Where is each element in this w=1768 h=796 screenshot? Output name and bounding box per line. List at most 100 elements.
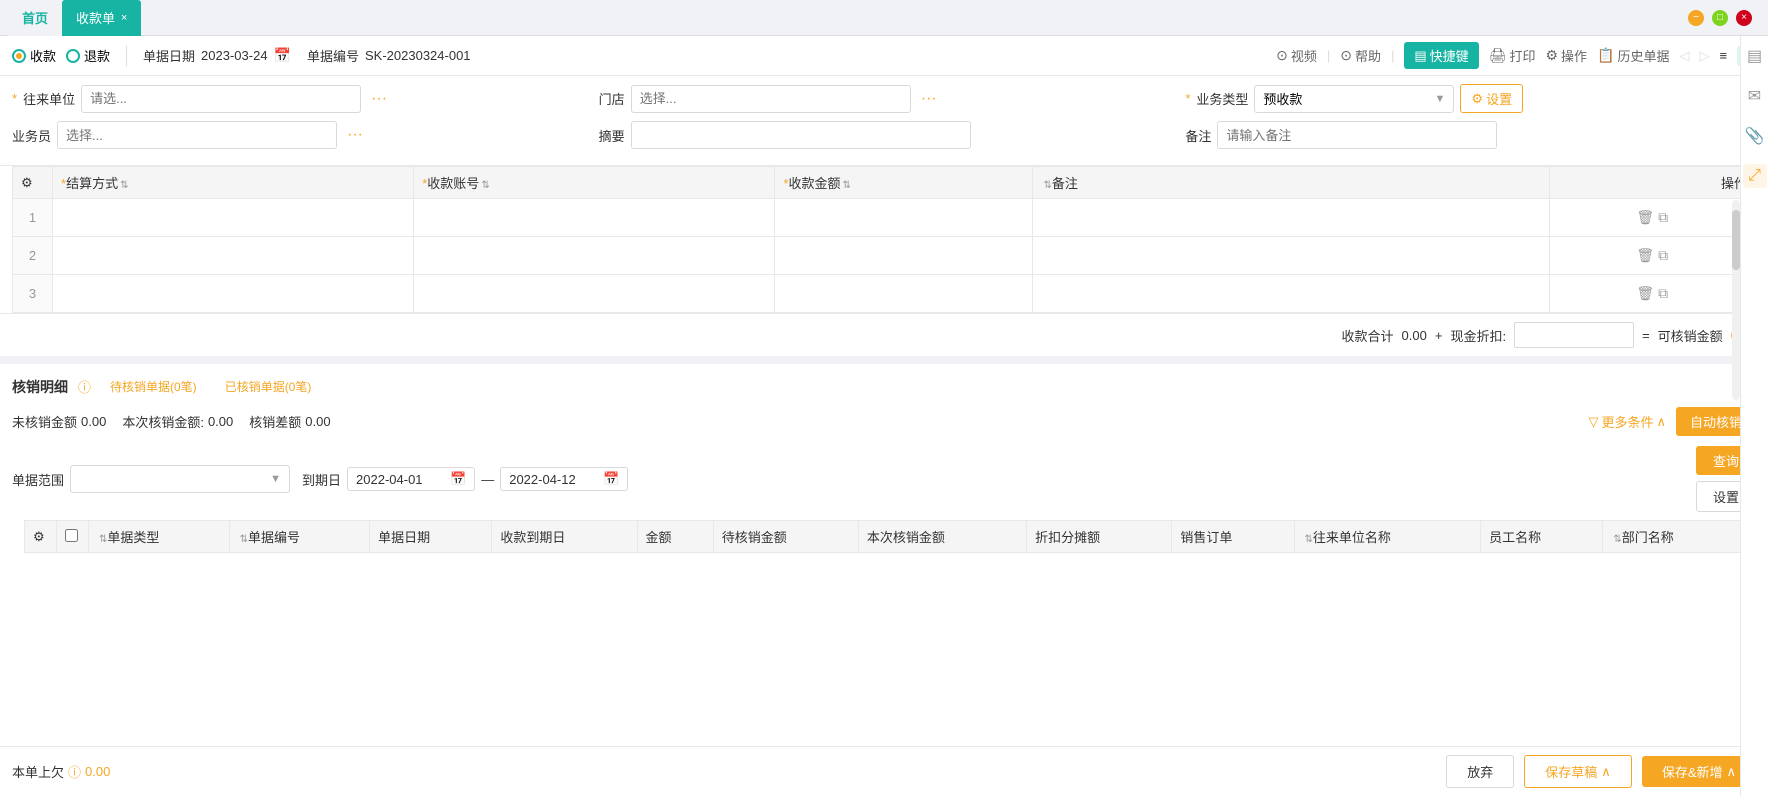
pending-tab-link[interactable]: 待核销单据(0笔) [101, 374, 206, 399]
writeoff-table: ⚙ ⇅单据类型 ⇅单据编号 单据日期 收款到期日 金额 待核销金额 本次核销金额… [24, 520, 1744, 553]
list-view-icon[interactable]: ≡ [1720, 48, 1728, 63]
select-all-checkbox[interactable] [65, 529, 78, 542]
row-2-remark[interactable] [1033, 237, 1549, 275]
receipt-radio[interactable]: 收款 [12, 46, 56, 65]
summary-row: 收款合计 0.00 + 现金折扣: = 可核销金额 0.00 [0, 313, 1768, 356]
due-date-from-wrap[interactable]: 📅 [347, 467, 475, 491]
row-3-remark[interactable] [1033, 275, 1549, 313]
unchecked-label: 未核销金额 [12, 412, 77, 431]
section-divider [0, 356, 1768, 364]
calendar-icon[interactable]: 📅 [274, 47, 291, 64]
remark-input[interactable] [1217, 121, 1497, 149]
diff-label: 核销差额 [249, 412, 301, 431]
due-date-to-calendar-icon[interactable]: 📅 [603, 471, 619, 487]
counterpart-label: 往来单位 [23, 89, 75, 108]
row-1-copy-btn[interactable]: ⧉ [1658, 209, 1668, 226]
abandon-button[interactable]: 放弃 [1446, 755, 1514, 788]
store-more-btn[interactable]: ··· [917, 90, 941, 108]
due-date-from-calendar-icon[interactable]: 📅 [450, 471, 466, 487]
shortcut-button[interactable]: ▤ 快捷键 [1404, 42, 1478, 69]
refund-radio[interactable]: 退款 [66, 46, 110, 65]
maximize-button[interactable]: □ [1712, 10, 1728, 26]
history-icon: 📋 [1597, 47, 1614, 64]
row-2-settlement[interactable] [53, 237, 414, 275]
salesperson-input[interactable] [57, 121, 337, 149]
counterpart-input[interactable] [81, 85, 361, 113]
counterpart-field: * 往来单位 ··· [12, 85, 583, 113]
row-1-amount[interactable] [775, 199, 1033, 237]
row-1-remark[interactable] [1033, 199, 1549, 237]
writeoff-table-head: ⚙ ⇅单据类型 ⇅单据编号 单据日期 收款到期日 金额 待核销金额 本次核销金额… [25, 521, 1744, 553]
save-new-button[interactable]: 保存&新增 ∧ [1642, 756, 1756, 787]
row-1-account[interactable] [414, 199, 775, 237]
help-icon: ⊙ [1340, 47, 1352, 64]
video-icon: ⊙ [1276, 47, 1288, 64]
close-icon[interactable]: × [121, 12, 127, 24]
row-2-account[interactable] [414, 237, 775, 275]
scroll-thumb[interactable] [1732, 210, 1740, 270]
footer-info-icon[interactable]: ⓘ [68, 762, 81, 781]
right-panel-expand-icon[interactable]: ⤢ [1743, 164, 1767, 188]
more-conditions-link[interactable]: ▽ 更多条件 ∧ [1588, 412, 1666, 431]
col-settlement-method: *结算方式⇅ [53, 167, 414, 199]
store-input[interactable] [631, 85, 911, 113]
info-icon[interactable]: ⓘ [78, 377, 91, 396]
biz-type-select[interactable]: 预收款 ▼ [1254, 85, 1454, 113]
writeoff-gear-th[interactable]: ⚙ [25, 521, 57, 553]
row-3-account[interactable] [414, 275, 775, 313]
refund-radio-label: 退款 [84, 46, 110, 65]
window-controls: − □ × [1688, 10, 1760, 26]
row-1-delete-btn[interactable]: 🗑 [1636, 209, 1654, 226]
done-tab-link[interactable]: 已核销单据(0笔) [216, 374, 321, 399]
counterpart-more-btn[interactable]: ··· [367, 90, 391, 108]
print-link[interactable]: 🖨 打印 [1489, 46, 1536, 65]
tab-receipt[interactable]: 收款单 × [62, 0, 141, 36]
due-date-from-input[interactable] [356, 472, 446, 487]
right-panel: ▤ ✉ 📎 ⤢ [1740, 36, 1768, 796]
toolbar-actions: ⊙ 视频 | ⊙ 帮助 | ▤ 快捷键 🖨 打印 ⚙ 操作 📋 [1276, 42, 1756, 69]
right-panel-clip-icon[interactable]: 📎 [1743, 124, 1767, 148]
biz-type-field: * 业务类型 预收款 ▼ ⚙ 设置 [1185, 84, 1756, 113]
tab-home[interactable]: 首页 [8, 0, 62, 36]
bill-date-value: 2023-03-24 [201, 48, 268, 63]
table-settings-th[interactable]: ⚙ [13, 167, 53, 199]
current-value: 0.00 [208, 414, 233, 429]
minimize-button[interactable]: − [1688, 10, 1704, 26]
chevron-down-icon: ▼ [1435, 93, 1446, 105]
operate-link[interactable]: ⚙ 操作 [1545, 46, 1587, 65]
col-receipt-amount: *收款金额⇅ [775, 167, 1033, 199]
form-settings-button[interactable]: ⚙ 设置 [1460, 84, 1523, 113]
due-date-to-wrap[interactable]: 📅 [500, 467, 628, 491]
history-link[interactable]: 📋 历史单据 [1597, 46, 1669, 65]
video-link[interactable]: ⊙ 视频 [1276, 46, 1317, 65]
scroll-track[interactable] [1732, 200, 1740, 400]
row-3-delete-btn[interactable]: 🗑 [1636, 285, 1654, 302]
row-num-2: 2 [13, 237, 53, 275]
right-panel-mail-icon[interactable]: ✉ [1743, 84, 1767, 108]
salesperson-field: 业务员 ··· [12, 121, 583, 149]
due-date-to-input[interactable] [509, 472, 599, 487]
salesperson-more-btn[interactable]: ··· [343, 126, 367, 144]
row-2-amount[interactable] [775, 237, 1033, 275]
save-new-chevron-icon: ∧ [1726, 764, 1736, 780]
bill-date-label: 单据日期 [143, 46, 195, 65]
bill-no-value: SK-20230324-001 [365, 48, 471, 63]
form-area: * 往来单位 ··· 门店 ··· * 业务类型 预收款 ▼ ⚙ [0, 76, 1768, 166]
writeoff-title: 核销明细 [12, 377, 68, 397]
row-1-settlement[interactable] [53, 199, 414, 237]
row-3-settlement[interactable] [53, 275, 414, 313]
row-2-delete-btn[interactable]: 🗑 [1636, 247, 1654, 264]
right-panel-table-icon[interactable]: ▤ [1743, 44, 1767, 68]
row-3-copy-btn[interactable]: ⧉ [1658, 285, 1668, 302]
window-close-button[interactable]: × [1736, 10, 1752, 26]
row-3-amount[interactable] [775, 275, 1033, 313]
writeoff-checkbox-th[interactable] [57, 521, 89, 553]
range-select[interactable]: ▼ [70, 465, 290, 493]
row-2-copy-btn[interactable]: ⧉ [1658, 247, 1668, 264]
discount-input[interactable] [1514, 322, 1634, 348]
range-field: 单据范围 ▼ [12, 465, 290, 493]
help-link[interactable]: ⊙ 帮助 [1340, 46, 1381, 65]
memo-input[interactable] [631, 121, 971, 149]
col-pending-amount: 待核销金额 [713, 521, 858, 553]
draft-button[interactable]: 保存草稿 ∧ [1524, 755, 1632, 788]
